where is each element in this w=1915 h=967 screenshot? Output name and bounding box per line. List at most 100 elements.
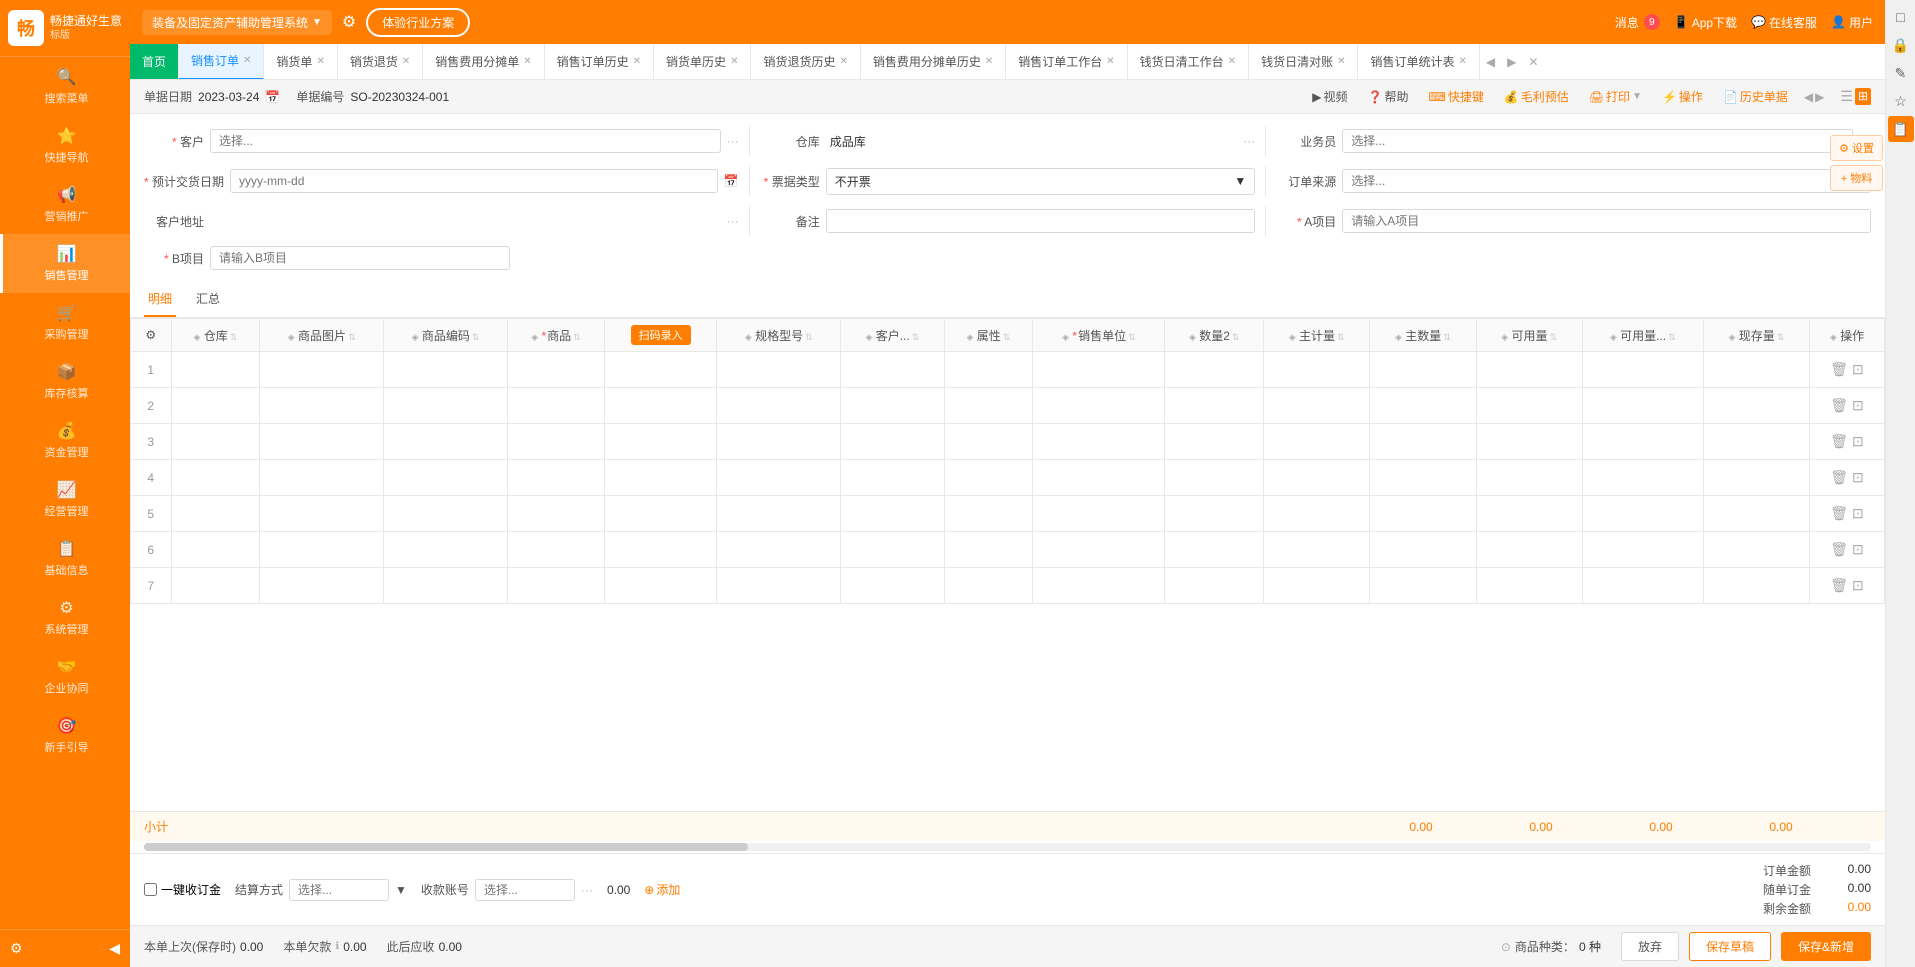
cell-gear[interactable]: 4 <box>131 460 172 496</box>
add-receipt-btn[interactable]: ⊕ 添加 <box>644 881 680 898</box>
cell-img[interactable] <box>260 352 384 388</box>
cell-customer_code[interactable] <box>841 460 944 496</box>
cell-code[interactable] <box>384 568 508 604</box>
tab-close-icon[interactable]: ✕ <box>402 56 410 67</box>
cell-code[interactable] <box>384 496 508 532</box>
tab-销货退货[interactable]: 销货退货✕ <box>338 44 423 80</box>
detail-tab-明细[interactable]: 明细 <box>144 282 176 317</box>
delete-icon[interactable]: 🗑 <box>1830 505 1848 522</box>
cell-unit[interactable] <box>1033 352 1165 388</box>
tab-close-icon[interactable]: ✕ <box>523 56 531 67</box>
delete-icon[interactable]: 🗑 <box>1830 361 1848 378</box>
cell-code[interactable] <box>384 460 508 496</box>
cell-scan[interactable] <box>604 460 716 496</box>
lock-icon[interactable]: 🔒 <box>1888 32 1914 58</box>
cell-warehouse[interactable] <box>171 496 260 532</box>
cell-customer_code[interactable] <box>841 496 944 532</box>
cell-product[interactable] <box>507 532 604 568</box>
cell-attr[interactable] <box>944 532 1033 568</box>
cell-code[interactable] <box>384 532 508 568</box>
cell-gear[interactable]: 3 <box>131 424 172 460</box>
cell-scan[interactable] <box>604 352 716 388</box>
tab-close-icon[interactable]: ✕ <box>243 55 251 66</box>
tab-nav-prev[interactable]: ◀ <box>1480 55 1501 69</box>
cell-avail2[interactable] <box>1582 532 1703 568</box>
cell-unit[interactable] <box>1033 496 1165 532</box>
receipt-dots[interactable]: ··· <box>581 883 593 897</box>
cell-customer_code[interactable] <box>841 568 944 604</box>
history-action[interactable]: 📄 历史单据 <box>1719 86 1792 107</box>
invoice-type-select[interactable]: 不开票 ▼ <box>826 168 1256 195</box>
tab-钱货日清工作台[interactable]: 钱货日清工作台✕ <box>1128 44 1249 80</box>
cell-scan[interactable] <box>604 424 716 460</box>
cell-warehouse[interactable] <box>171 352 260 388</box>
delete-icon[interactable]: 🗑 <box>1830 433 1848 450</box>
cell-avail2[interactable] <box>1582 388 1703 424</box>
cell-current[interactable] <box>1703 532 1809 568</box>
scan-btn[interactable]: 扫码录入 <box>631 325 691 345</box>
cell-spec[interactable] <box>717 532 841 568</box>
tab-nav-close[interactable]: ✕ <box>1522 55 1544 69</box>
cell-product[interactable] <box>507 496 604 532</box>
shortcut-action[interactable]: ⌨ 快捷键 <box>1425 86 1488 107</box>
receipt-account-input[interactable] <box>475 879 575 901</box>
sidebar-item-企业协同[interactable]: 🤝企业协同 <box>0 647 130 706</box>
payment-dropdown-icon[interactable]: ▼ <box>395 883 407 897</box>
cell-avail[interactable] <box>1476 568 1582 604</box>
cell-avail2[interactable] <box>1582 424 1703 460</box>
cell-avail2[interactable] <box>1582 460 1703 496</box>
cell-main_qty[interactable] <box>1370 460 1476 496</box>
tab-销售订单工作台[interactable]: 销售订单工作台✕ <box>1006 44 1127 80</box>
copy-icon[interactable]: ⊡ <box>1852 433 1864 450</box>
sidebar-settings-icon[interactable]: ⚙ <box>10 940 23 957</box>
prev-icon[interactable]: ◀ <box>1804 90 1813 104</box>
cell-product[interactable] <box>507 460 604 496</box>
cell-warehouse[interactable] <box>171 532 260 568</box>
square-icon[interactable]: □ <box>1888 4 1914 30</box>
cell-img[interactable] <box>260 496 384 532</box>
settings-right-btn[interactable]: ⚙ 设置 <box>1830 135 1883 161</box>
copy-icon[interactable]: ⊡ <box>1852 541 1864 558</box>
cell-attr[interactable] <box>944 424 1033 460</box>
copy-icon[interactable]: ⊡ <box>1852 505 1864 522</box>
cell-warehouse[interactable] <box>171 568 260 604</box>
profit-action[interactable]: 💰 毛利预估 <box>1500 86 1573 107</box>
tab-close-icon[interactable]: ✕ <box>1459 56 1467 67</box>
customer-input[interactable] <box>210 129 721 153</box>
cell-product[interactable] <box>507 424 604 460</box>
grid-view-icon[interactable]: ⊞ <box>1855 88 1871 105</box>
cell-qty2[interactable] <box>1165 424 1264 460</box>
cell-attr[interactable] <box>944 352 1033 388</box>
cell-scan[interactable] <box>604 568 716 604</box>
view-action[interactable]: ▶ 视频 <box>1308 86 1351 107</box>
cell-qty2[interactable] <box>1165 496 1264 532</box>
cell-spec[interactable] <box>717 352 841 388</box>
sidebar-item-搜索菜单[interactable]: 🔍搜索菜单 <box>0 57 130 116</box>
clipboard-icon[interactable]: 📋 <box>1888 116 1914 142</box>
current-due-info-icon[interactable]: ℹ <box>335 941 339 952</box>
app-download-action[interactable]: 📱 App下载 <box>1674 14 1737 31</box>
payment-method-input[interactable] <box>289 879 389 901</box>
cell-current[interactable] <box>1703 352 1809 388</box>
one-click-checkbox-input[interactable] <box>144 883 157 896</box>
cell-qty2[interactable] <box>1165 460 1264 496</box>
sidebar-collapse-icon[interactable]: ◀ <box>109 940 120 957</box>
tab-销货退货历史[interactable]: 销货退货历史✕ <box>751 44 860 80</box>
cell-spec[interactable] <box>717 460 841 496</box>
b-project-input[interactable] <box>210 246 510 270</box>
cell-unit[interactable] <box>1033 532 1165 568</box>
tab-close-icon[interactable]: ✕ <box>839 56 847 67</box>
cell-gear[interactable]: 1 <box>131 352 172 388</box>
sidebar-item-经营管理[interactable]: 📈经营管理 <box>0 470 130 529</box>
cell-avail2[interactable] <box>1582 568 1703 604</box>
star-icon[interactable]: ☆ <box>1888 88 1914 114</box>
tab-close-icon[interactable]: ✕ <box>633 56 641 67</box>
operation-action[interactable]: ⚡ 操作 <box>1658 86 1707 107</box>
tab-close-icon[interactable]: ✕ <box>316 56 324 67</box>
salesperson-input[interactable] <box>1342 129 1853 153</box>
tab-销售订单历史[interactable]: 销售订单历史✕ <box>545 44 654 80</box>
next-icon[interactable]: ▶ <box>1815 90 1824 104</box>
calendar-icon2[interactable]: 📅 <box>724 174 739 188</box>
cell-customer_code[interactable] <box>841 424 944 460</box>
dropdown-icon[interactable]: ▼ <box>312 17 322 28</box>
